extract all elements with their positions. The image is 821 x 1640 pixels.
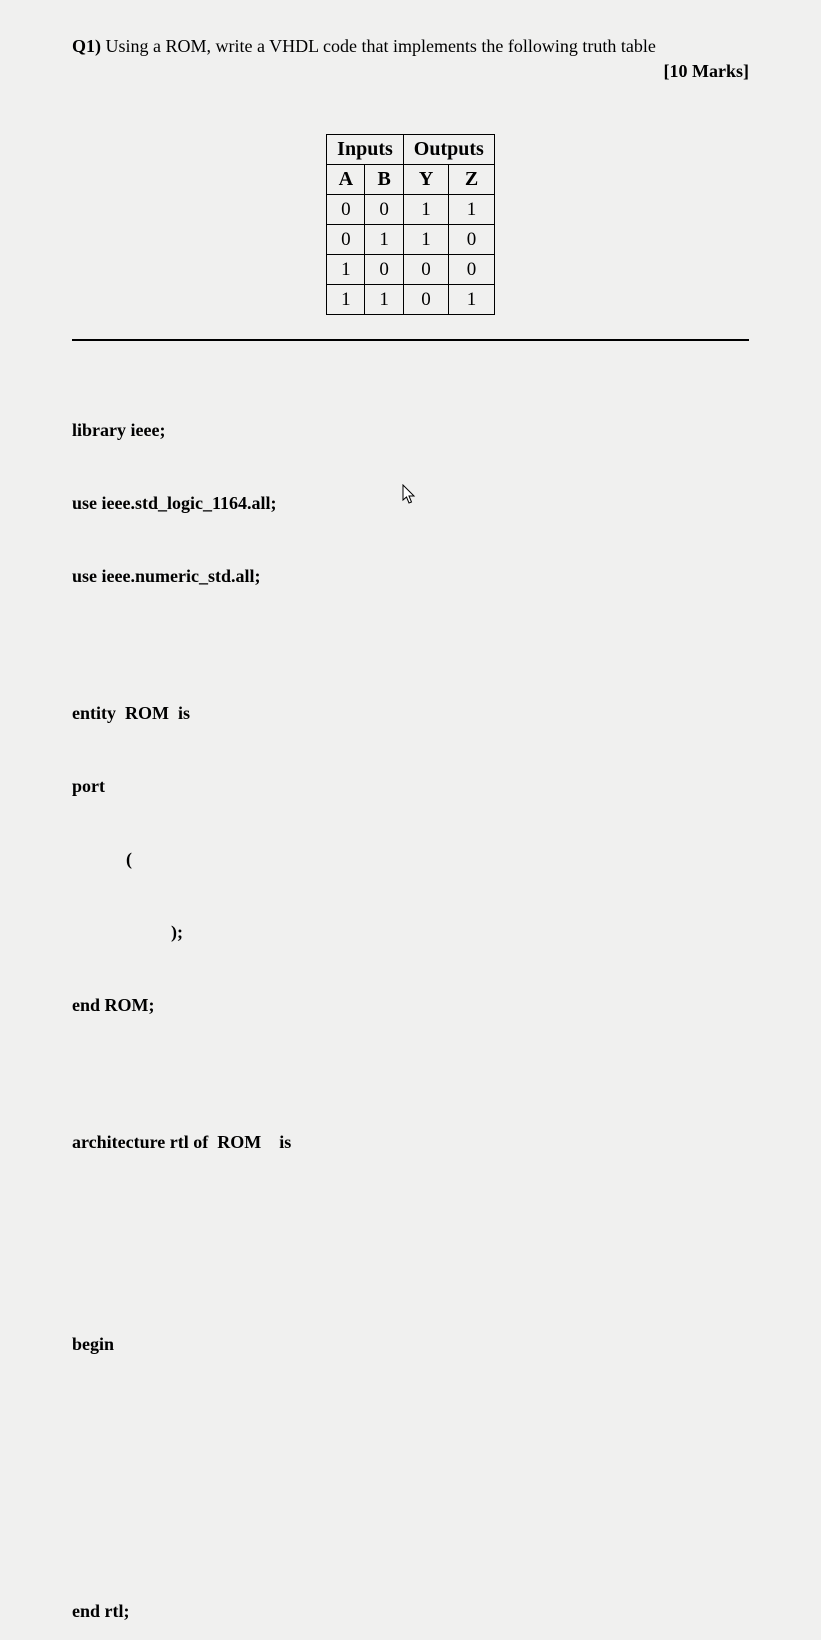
cell: 1 (365, 285, 403, 315)
cell: 0 (365, 255, 403, 285)
col-A: A (327, 165, 365, 195)
col-Y: Y (403, 165, 449, 195)
code-line: library ieee; (72, 418, 749, 442)
cell: 0 (365, 195, 403, 225)
code-line: entity ROM is (72, 701, 749, 725)
col-B: B (365, 165, 403, 195)
question-text: Q1) Using a ROM, write a VHDL code that … (72, 34, 749, 59)
truth-table: Inputs Outputs A B Y Z 0 0 1 1 0 1 1 0 1… (326, 134, 495, 315)
cell: 0 (403, 285, 449, 315)
cell: 1 (403, 225, 449, 255)
cell: 0 (327, 195, 365, 225)
cell: 0 (449, 225, 495, 255)
table-group-header-row: Inputs Outputs (327, 135, 495, 165)
code-line: architecture rtl of ROM is (72, 1130, 749, 1154)
code-block: library ieee; use ieee.std_logic_1164.al… (72, 369, 749, 1640)
question-body: Using a ROM, write a VHDL code that impl… (101, 36, 656, 56)
code-line: port (72, 774, 749, 798)
code-line: begin (72, 1332, 749, 1356)
cell: 1 (449, 285, 495, 315)
code-line: ( (72, 847, 749, 871)
table-header-outputs: Outputs (403, 135, 494, 165)
code-line: ); (72, 920, 749, 944)
question-label: Q1) (72, 36, 101, 56)
divider (72, 339, 749, 341)
cell: 1 (365, 225, 403, 255)
code-line: use ieee.numeric_std.all; (72, 564, 749, 588)
table-row: 0 0 1 1 (327, 195, 495, 225)
cell: 0 (403, 255, 449, 285)
document-page: Q1) Using a ROM, write a VHDL code that … (0, 0, 821, 1640)
table-col-header-row: A B Y Z (327, 165, 495, 195)
cell: 1 (403, 195, 449, 225)
table-row: 1 0 0 0 (327, 255, 495, 285)
cell: 1 (449, 195, 495, 225)
question-marks: [10 Marks] (72, 61, 749, 82)
code-line: end ROM; (72, 993, 749, 1017)
code-line: end rtl; (72, 1599, 749, 1623)
cell: 0 (449, 255, 495, 285)
cell: 1 (327, 255, 365, 285)
col-Z: Z (449, 165, 495, 195)
table-row: 0 1 1 0 (327, 225, 495, 255)
code-line: use ieee.std_logic_1164.all; (72, 491, 749, 515)
cell: 1 (327, 285, 365, 315)
cell: 0 (327, 225, 365, 255)
table-row: 1 1 0 1 (327, 285, 495, 315)
table-header-inputs: Inputs (327, 135, 404, 165)
